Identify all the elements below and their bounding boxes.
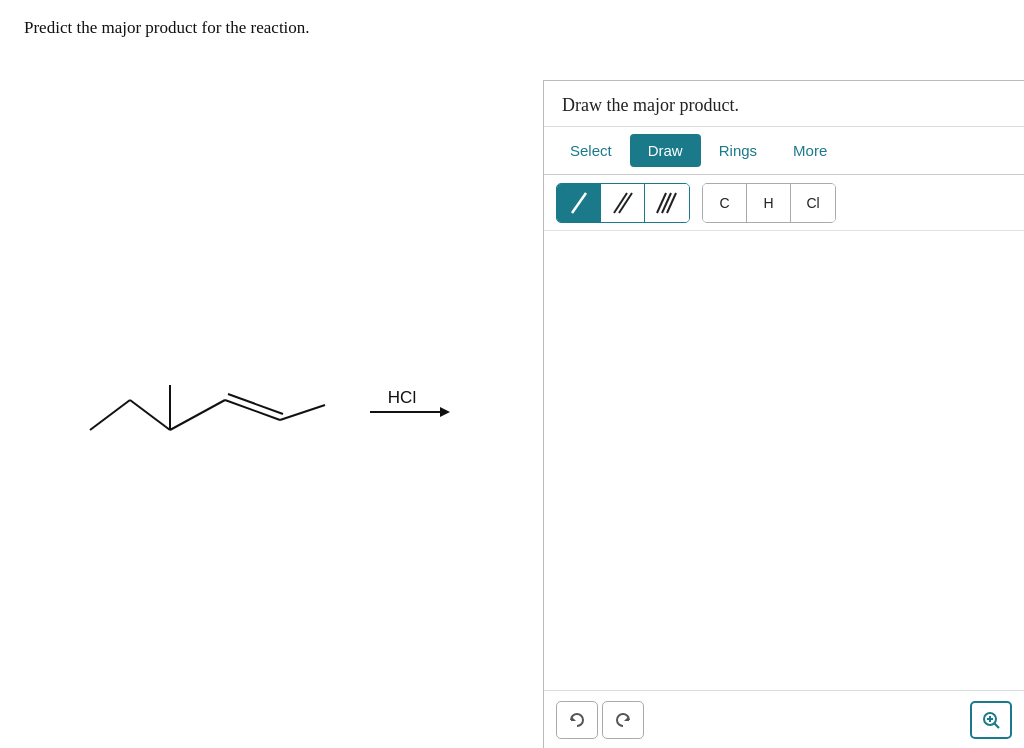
- bond-group: [556, 183, 690, 223]
- svg-line-14: [667, 193, 676, 213]
- atom-group: C H Cl: [702, 183, 836, 223]
- tab-more[interactable]: More: [775, 134, 845, 167]
- reaction-svg: HCl: [30, 290, 510, 470]
- zoom-btn[interactable]: [970, 701, 1012, 739]
- svg-line-3: [170, 400, 225, 430]
- canvas-area[interactable]: [544, 271, 1024, 688]
- svg-line-6: [280, 405, 325, 420]
- question-text: Predict the major product for the reacti…: [24, 18, 310, 38]
- svg-line-1: [130, 400, 170, 430]
- toolbar-tabs: Select Draw Rings More: [544, 127, 1024, 175]
- tools-row: C H Cl: [544, 175, 1024, 231]
- tab-draw[interactable]: Draw: [630, 134, 701, 167]
- undo-btn[interactable]: [556, 701, 598, 739]
- tab-rings[interactable]: Rings: [701, 134, 775, 167]
- double-bond-btn[interactable]: [601, 184, 645, 222]
- svg-marker-15: [571, 716, 576, 721]
- bottom-bar: [544, 690, 1024, 748]
- svg-line-13: [662, 193, 671, 213]
- atom-cl-btn[interactable]: Cl: [791, 184, 835, 222]
- tab-select[interactable]: Select: [552, 134, 630, 167]
- svg-line-12: [657, 193, 666, 213]
- draw-panel-title: Draw the major product.: [544, 81, 1024, 127]
- single-bond-btn[interactable]: [557, 184, 601, 222]
- triple-bond-btn[interactable]: [645, 184, 689, 222]
- reagent-label: HCl: [388, 388, 416, 407]
- svg-marker-16: [624, 716, 629, 721]
- undo-redo-group: [556, 701, 644, 739]
- atom-h-btn[interactable]: H: [747, 184, 791, 222]
- svg-marker-8: [440, 407, 450, 417]
- svg-line-20: [995, 723, 1000, 728]
- molecule-area: HCl: [0, 80, 540, 680]
- atom-c-btn[interactable]: C: [703, 184, 747, 222]
- svg-line-0: [90, 400, 130, 430]
- redo-btn[interactable]: [602, 701, 644, 739]
- svg-line-9: [572, 193, 586, 213]
- draw-panel: Draw the major product. Select Draw Ring…: [543, 80, 1024, 748]
